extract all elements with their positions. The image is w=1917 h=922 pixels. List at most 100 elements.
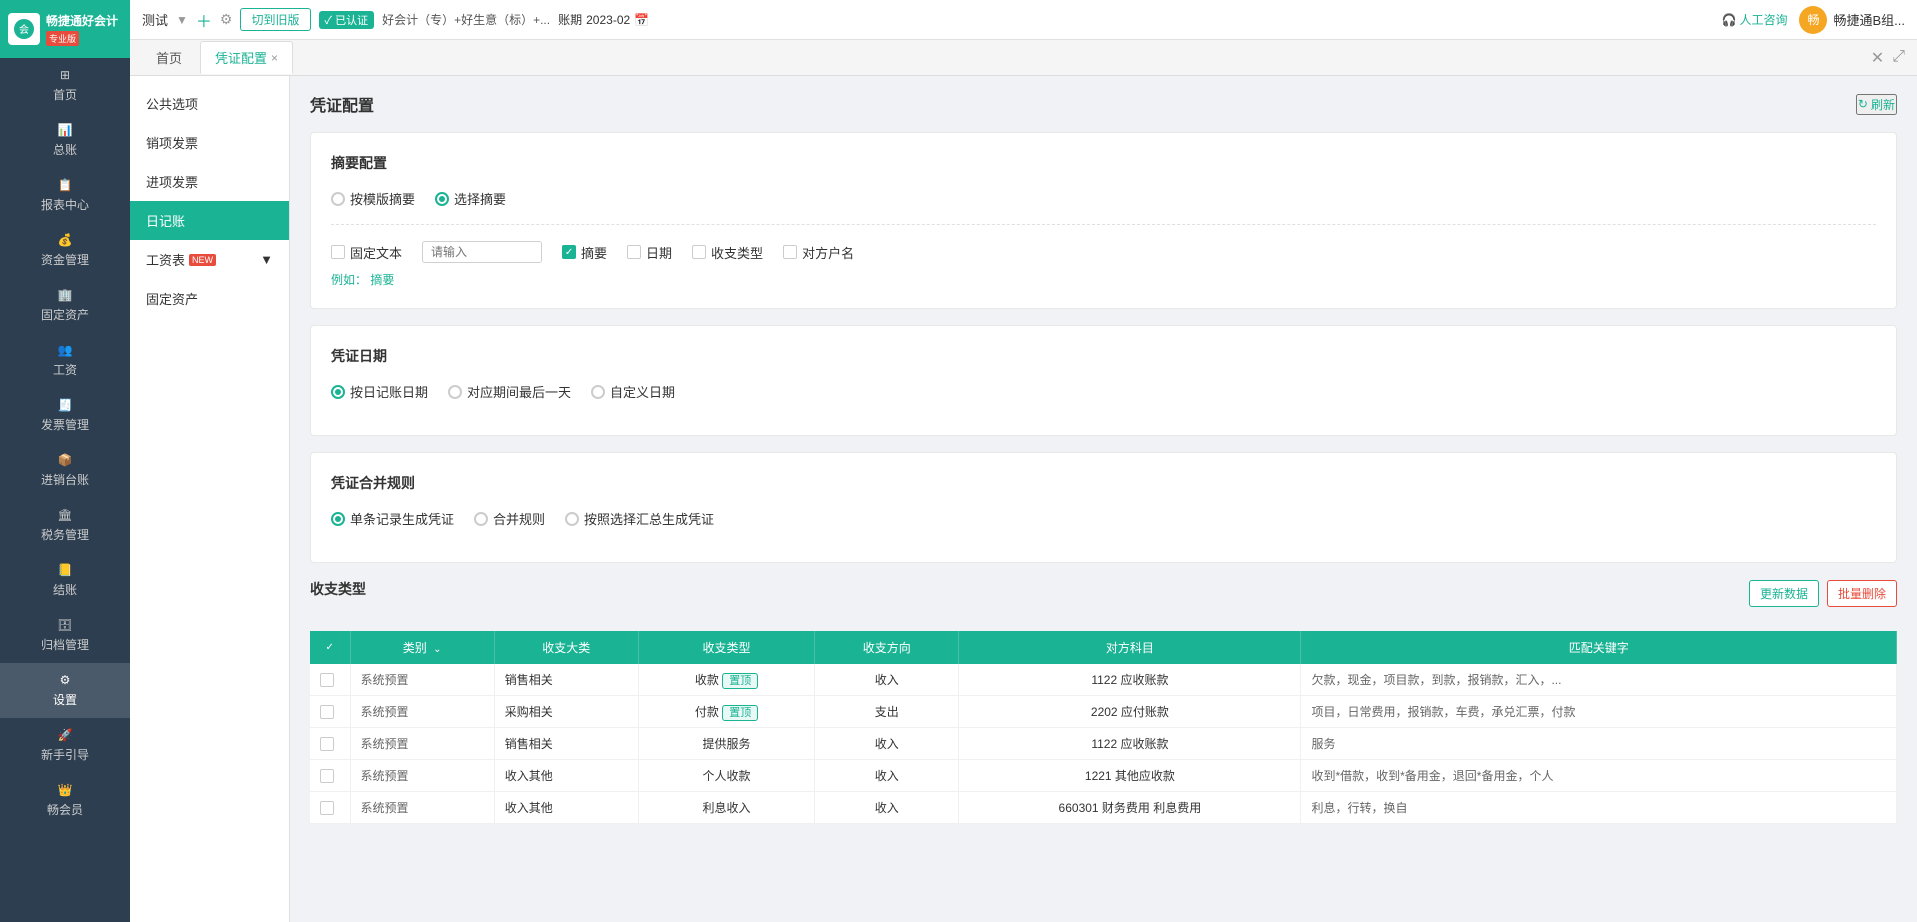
tab-home[interactable]: 首页 <box>142 42 196 73</box>
example-text: 例如： 摘要 <box>331 271 1876 288</box>
tag-top-row1[interactable]: 置顶 <box>722 673 758 689</box>
radio-period-last[interactable]: 对应期间最后一天 <box>448 382 571 401</box>
tab-home-label: 首页 <box>156 48 182 67</box>
row1-direction: 收入 <box>815 664 959 696</box>
sidebar-label-payroll: 工资 <box>53 361 77 378</box>
topbar-dropdown-arrow[interactable]: ▼ <box>176 13 188 27</box>
radio-journal-date[interactable]: 按日记账日期 <box>331 382 428 401</box>
row2-category: 系统预置 <box>350 696 494 728</box>
checkbox-fixed-text[interactable]: 固定文本 <box>331 243 402 262</box>
row4-category: 系统预置 <box>350 760 494 792</box>
sidebar-item-invoice[interactable]: 🧾 发票管理 <box>0 388 130 443</box>
radio-circle-aggregate <box>565 512 579 526</box>
topbar-gear-icon[interactable]: ⚙ <box>220 11 233 28</box>
radio-custom-date[interactable]: 自定义日期 <box>591 382 675 401</box>
tab-voucher-config[interactable]: 凭证配置 × <box>200 41 293 74</box>
tab-close-icon[interactable]: × <box>271 51 278 65</box>
checkbox-box-summary: ✓ <box>562 245 576 259</box>
row1-type: 收款 置顶 <box>638 664 814 696</box>
sidebar-item-guide[interactable]: 🚀 新手引导 <box>0 718 130 773</box>
leftnav-item-purchase-invoice[interactable]: 进项发票 <box>130 162 289 201</box>
sidebar-item-ledger[interactable]: 📊 总账 <box>0 113 130 168</box>
invoice-icon: 🧾 <box>58 398 73 412</box>
row1-checkbox[interactable] <box>310 664 350 696</box>
refresh-button[interactable]: ↻ 刷新 <box>1856 94 1897 115</box>
checkbox-row2[interactable] <box>320 705 334 719</box>
calendar-icon[interactable]: 📅 <box>634 13 649 27</box>
checkbox-row5[interactable] <box>320 801 334 815</box>
radio-select-summary[interactable]: 选择摘要 <box>435 189 506 208</box>
sidebar-item-fund[interactable]: 💰 资金管理 <box>0 223 130 278</box>
tag-top-row2[interactable]: 置顶 <box>722 705 758 721</box>
leftnav-item-fixed-assets[interactable]: 固定资产 <box>130 279 289 318</box>
row2-type: 付款 置顶 <box>638 696 814 728</box>
sidebar-item-stock[interactable]: 📦 进销台账 <box>0 443 130 498</box>
sidebar-item-home[interactable]: ⊞ 首页 <box>0 58 130 113</box>
col-category[interactable]: 类别 ⌄ <box>350 631 494 664</box>
income-expense-table: ✓ 类别 ⌄ 收支大类 收支类型 <box>310 631 1897 824</box>
sidebar-item-tax[interactable]: 🏛 税务管理 <box>0 498 130 553</box>
merge-section: 凭证合并规则 单条记录生成凭证 合并规则 按照选择汇总生成凭证 <box>310 452 1897 563</box>
sidebar-item-archive[interactable]: 🗄 归档管理 <box>0 608 130 663</box>
select-all-checkbox[interactable]: ✓ <box>323 641 337 655</box>
page-title: 凭证配置 <box>310 92 374 116</box>
checkbox-counterpart[interactable]: 对方户名 <box>783 243 854 262</box>
leftnav-item-public[interactable]: 公共选项 <box>130 84 289 123</box>
switch-version-button[interactable]: 切到旧版 <box>240 8 310 31</box>
leftnav-label-fixed-assets: 固定资产 <box>146 289 198 308</box>
sidebar-item-payroll[interactable]: 👥 工资 <box>0 333 130 388</box>
radio-template-summary[interactable]: 按模版摘要 <box>331 189 415 208</box>
expand-icon[interactable]: ⤢ <box>1892 48 1905 68</box>
period-label: 账期 <box>558 11 582 28</box>
checkbox-label-income-type: 收支类型 <box>711 243 763 262</box>
home-icon: ⊞ <box>60 68 70 82</box>
row3-direction: 收入 <box>815 728 959 760</box>
expand-arrow-icon: ▼ <box>260 252 273 267</box>
sidebar-item-member[interactable]: 👑 畅会员 <box>0 773 130 828</box>
checkbox-row4[interactable] <box>320 769 334 783</box>
radio-aggregate[interactable]: 按照选择汇总生成凭证 <box>565 509 714 528</box>
row5-checkbox[interactable] <box>310 792 350 824</box>
col-checkbox[interactable]: ✓ <box>310 631 350 664</box>
sidebar-item-settings[interactable]: ⚙ 设置 <box>0 663 130 718</box>
radio-circle-period-last <box>448 385 462 399</box>
topbar-add-button[interactable]: ＋ <box>196 8 212 32</box>
row2-subject: 2202 应付账款 <box>959 696 1301 728</box>
leftnav-item-journal[interactable]: 日记账 <box>130 201 289 240</box>
row4-checkbox[interactable] <box>310 760 350 792</box>
topbar-title: 测试 <box>142 10 168 29</box>
topbar: 测试 ▼ ＋ ⚙ 切到旧版 ✓ 已认证 好会计（专）+好生意（标）+... 账期… <box>130 0 1917 40</box>
radio-merge-rule[interactable]: 合并规则 <box>474 509 545 528</box>
sidebar-item-settle[interactable]: 📒 结账 <box>0 553 130 608</box>
row2-checkbox[interactable] <box>310 696 350 728</box>
summary-checkbox-row: 固定文本 ✓ 摘要 日期 收支类型 <box>331 241 1876 263</box>
service-button[interactable]: 🎧 人工咨询 <box>1722 11 1788 28</box>
fixed-text-input[interactable] <box>422 241 542 263</box>
sidebar-item-assets[interactable]: 🏢 固定资产 <box>0 278 130 333</box>
leftnav-item-payroll-table[interactable]: 工资表 NEW ▼ <box>130 240 289 279</box>
stock-icon: 📦 <box>58 453 73 467</box>
sidebar-item-report[interactable]: 📋 报表中心 <box>0 168 130 223</box>
checkbox-row1[interactable] <box>320 673 334 687</box>
checkbox-row3[interactable] <box>320 737 334 751</box>
leftnav-item-sales-invoice[interactable]: 销项发票 <box>130 123 289 162</box>
radio-circle-single <box>331 512 345 526</box>
checkbox-date[interactable]: 日期 <box>627 243 672 262</box>
service-label: 人工咨询 <box>1739 11 1787 28</box>
logo-title: 畅捷通好会计 <box>46 12 118 29</box>
sidebar-label-stock: 进销台账 <box>41 471 89 488</box>
checkbox-income-type[interactable]: 收支类型 <box>692 243 763 262</box>
checkbox-box-date <box>627 245 641 259</box>
batch-delete-button[interactable]: 批量删除 <box>1827 580 1897 607</box>
ledger-icon: 📊 <box>58 123 73 137</box>
member-icon: 👑 <box>58 783 73 797</box>
row3-checkbox[interactable] <box>310 728 350 760</box>
row5-keywords: 利息，行转，换自 <box>1301 792 1897 824</box>
radio-single-record[interactable]: 单条记录生成凭证 <box>331 509 454 528</box>
update-data-button[interactable]: 更新数据 <box>1749 580 1819 607</box>
checkbox-summary[interactable]: ✓ 摘要 <box>562 243 607 262</box>
close-window-icon[interactable]: ✕ <box>1871 48 1884 68</box>
radio-circle-journal-date <box>331 385 345 399</box>
row4-keywords: 收到*借款，收到*备用金，退回*备用金，个人 <box>1301 760 1897 792</box>
sidebar-label-assets: 固定资产 <box>41 306 89 323</box>
